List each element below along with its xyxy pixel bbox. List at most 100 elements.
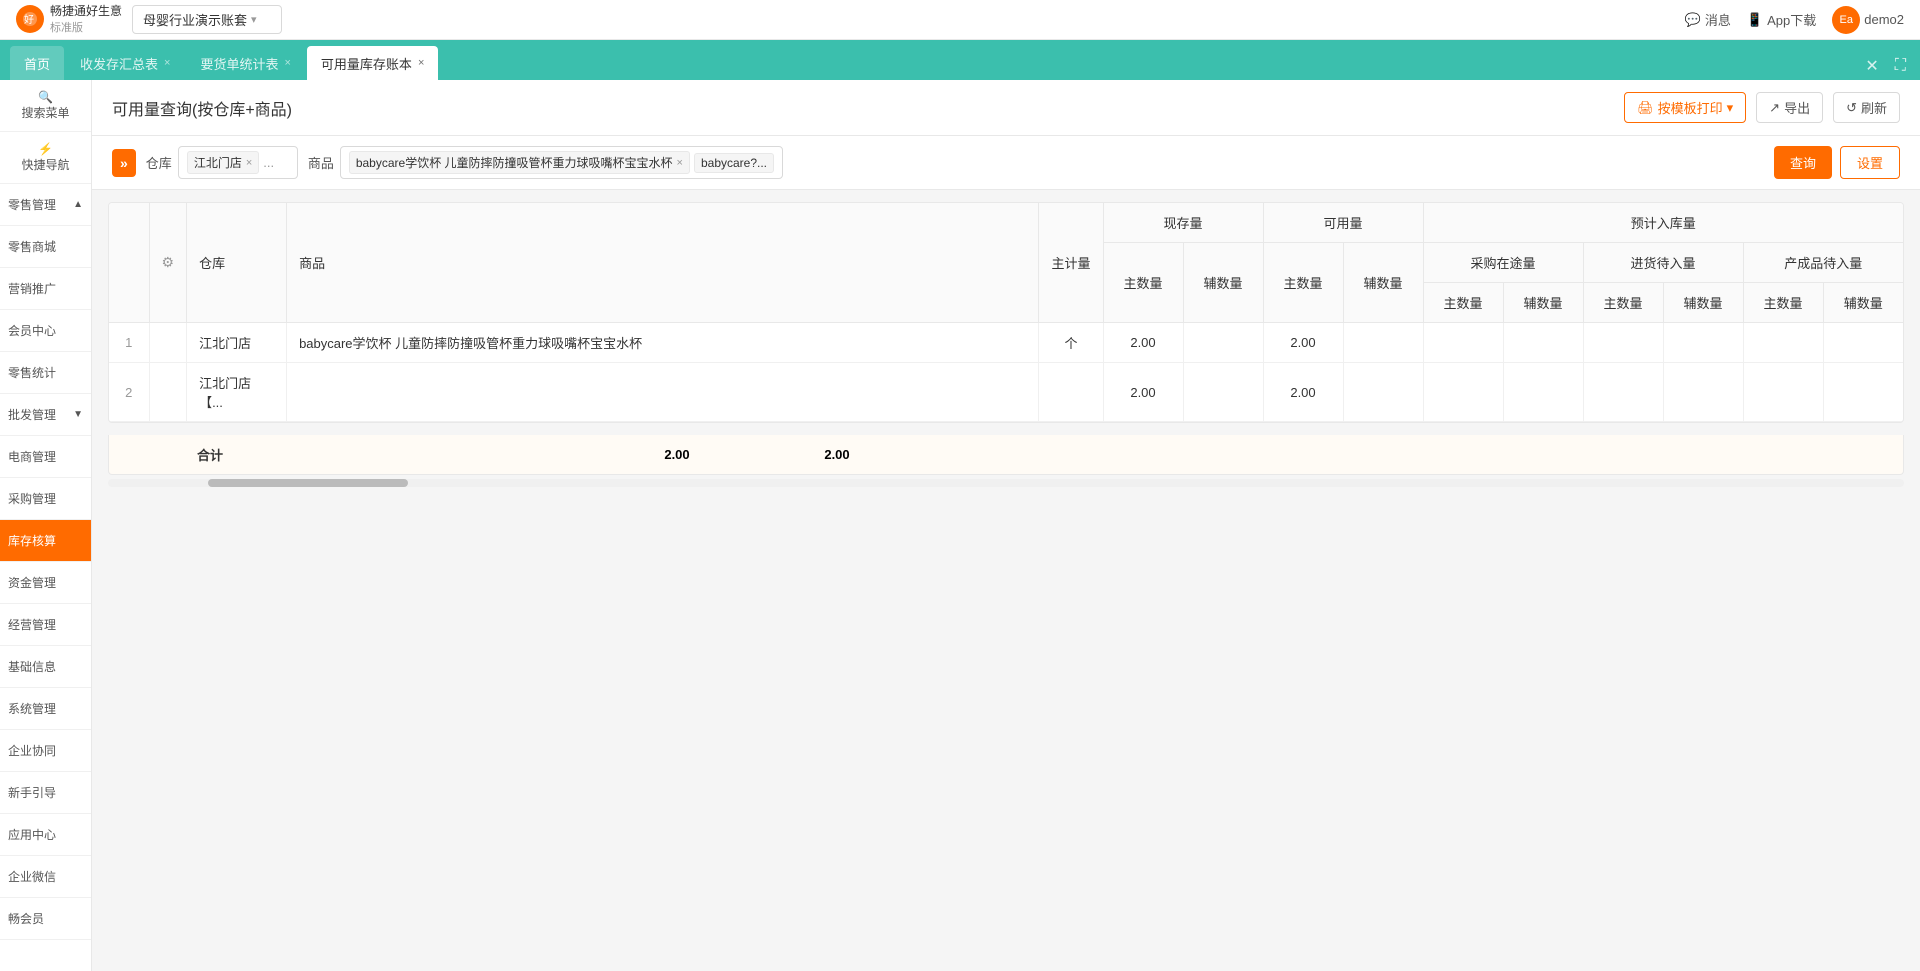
- page-header: 可用量查询(按仓库+商品) 🖨 按模板打印 ▾ ↗ 导出 ↺ 刷新: [92, 80, 1920, 136]
- tab-close-inventory[interactable]: ×: [418, 57, 424, 69]
- table-header-row-1: ⚙ 仓库 商品 主计量 现存量 可用量 预计入库量: [109, 203, 1903, 243]
- sidebar-item-purchase[interactable]: 采购管理: [0, 478, 91, 520]
- refresh-label: 刷新: [1861, 98, 1887, 117]
- sidebar-search[interactable]: 🔍 搜索菜单: [0, 80, 91, 132]
- query-btn[interactable]: 查询: [1774, 146, 1832, 179]
- logo-sub: 标准版: [50, 19, 122, 35]
- th-index: [109, 203, 149, 323]
- sidebar-item-vip[interactable]: 畅会员: [0, 898, 91, 940]
- sidebar-retail-mgmt-label: 零售管理: [8, 196, 56, 213]
- th-incoming-main: 主数量: [1583, 283, 1663, 323]
- refresh-btn[interactable]: ↺ 刷新: [1833, 92, 1900, 123]
- th-warehouse: 仓库: [187, 203, 287, 323]
- sidebar-item-marketing[interactable]: 营销推广: [0, 268, 91, 310]
- message-btn[interactable]: 💬 消息: [1685, 10, 1731, 29]
- filter-expand-btn[interactable]: »: [112, 149, 136, 177]
- logo-icon: 好: [16, 5, 44, 33]
- settings-btn[interactable]: 设置: [1840, 146, 1900, 179]
- tab-receivepay[interactable]: 收发存汇总表 ×: [66, 46, 184, 80]
- tab-close-order[interactable]: ×: [284, 57, 290, 69]
- sidebar-item-operations[interactable]: 经营管理: [0, 604, 91, 646]
- tab-fullscreen-btn[interactable]: ⛶: [1891, 53, 1910, 79]
- top-bar-right: 💬 消息 📱 App下载 Ea demo2: [1685, 6, 1904, 34]
- template-print-btn[interactable]: 🖨 按模板打印 ▾: [1624, 92, 1746, 123]
- td-purchase-aux-2: [1503, 363, 1583, 422]
- sidebar-retail-stat-label: 零售统计: [8, 364, 56, 381]
- sidebar-vip-label: 畅会员: [8, 910, 44, 927]
- td-index-2: 2: [109, 363, 149, 422]
- sidebar-item-retail-mall[interactable]: 零售商城: [0, 226, 91, 268]
- td-production-main-1: [1743, 323, 1823, 363]
- tab-order[interactable]: 要货单统计表 ×: [186, 46, 304, 80]
- app-download-label: App下载: [1767, 10, 1816, 29]
- sidebar-item-retail-stat[interactable]: 零售统计: [0, 352, 91, 394]
- tab-inventory[interactable]: 可用量库存账本 ×: [307, 46, 438, 80]
- footer-available-main: 2.00: [797, 447, 877, 462]
- tab-close-all-btn[interactable]: ✕: [1861, 52, 1882, 80]
- tab-home[interactable]: 首页: [10, 46, 64, 80]
- warehouse-tag-remove[interactable]: ×: [246, 157, 252, 169]
- nav-icon: ⚡: [38, 142, 53, 156]
- sidebar-item-new-guide[interactable]: 新手引导: [0, 772, 91, 814]
- tab-order-label: 要货单统计表: [200, 54, 278, 73]
- content-area: 可用量查询(按仓库+商品) 🖨 按模板打印 ▾ ↗ 导出 ↺ 刷新 »: [92, 80, 1920, 971]
- sidebar-item-inventory-check[interactable]: 库存核算: [0, 520, 91, 562]
- sidebar-item-wholesale-mgmt[interactable]: 批发管理 ▼: [0, 394, 91, 436]
- td-production-main-2: [1743, 363, 1823, 422]
- tab-close-receivepay[interactable]: ×: [164, 57, 170, 69]
- sidebar-item-basic-info[interactable]: 基础信息: [0, 646, 91, 688]
- sidebar-search-label: 搜索菜单: [8, 104, 83, 121]
- export-btn[interactable]: ↗ 导出: [1756, 92, 1823, 123]
- td-stock-main-2: 2.00: [1103, 363, 1183, 422]
- product-tag-2: babycare?...: [694, 153, 774, 173]
- industry-label: 母婴行业演示账套: [143, 10, 247, 29]
- td-settings-2: [149, 363, 187, 422]
- export-icon: ↗: [1769, 100, 1780, 116]
- page-actions: 🖨 按模板打印 ▾ ↗ 导出 ↺ 刷新: [1624, 92, 1900, 123]
- warehouse-value-selector[interactable]: 江北门店 × ...: [178, 146, 298, 179]
- warehouse-more[interactable]: ...: [263, 155, 274, 170]
- product-tag-1-remove[interactable]: ×: [677, 157, 683, 169]
- sidebar-item-enterprise-wx[interactable]: 企业微信: [0, 856, 91, 898]
- export-label: 导出: [1784, 98, 1810, 117]
- sidebar-item-member[interactable]: 会员中心: [0, 310, 91, 352]
- th-available-aux: 辅数量: [1343, 243, 1423, 323]
- td-unit-2: [1039, 363, 1103, 422]
- sidebar-ecommerce-label: 电商管理: [8, 448, 56, 465]
- th-settings[interactable]: ⚙: [149, 203, 187, 323]
- svg-text:好: 好: [24, 14, 34, 26]
- settings-icon[interactable]: ⚙: [162, 254, 175, 270]
- tab-bar-actions: ✕ ⛶: [1861, 52, 1910, 80]
- logo-area: 好 畅捷通好生意 标准版: [16, 4, 122, 34]
- td-stock-main-1: 2.00: [1103, 323, 1183, 363]
- warehouse-label: 仓库: [146, 153, 172, 172]
- th-production-group: 产成品待入量: [1743, 243, 1903, 283]
- td-available-main-1: 2.00: [1263, 323, 1343, 363]
- td-warehouse-1: 江北门店: [187, 323, 287, 363]
- scroll-track[interactable]: [108, 479, 1904, 487]
- search-icon: 🔍: [38, 90, 53, 104]
- sidebar-quick-nav[interactable]: ⚡ 快捷导航: [0, 132, 91, 184]
- refresh-icon: ↺: [1846, 100, 1857, 116]
- app-download-btn[interactable]: 📱 App下载: [1747, 10, 1816, 29]
- sidebar-item-app-center[interactable]: 应用中心: [0, 814, 91, 856]
- top-bar: 好 畅捷通好生意 标准版 母婴行业演示账套 ▾ 💬 消息 📱 App下载 Ea …: [0, 0, 1920, 40]
- scroll-thumb[interactable]: [208, 479, 408, 487]
- tab-home-label: 首页: [24, 54, 50, 73]
- user-area[interactable]: Ea demo2: [1832, 6, 1904, 34]
- sidebar-item-ecommerce[interactable]: 电商管理: [0, 436, 91, 478]
- table-footer: 合计 2.00 2.00: [108, 435, 1904, 475]
- sidebar-item-retail-mgmt[interactable]: 零售管理 ▲: [0, 184, 91, 226]
- sidebar-item-enterprise[interactable]: 企业协同: [0, 730, 91, 772]
- product-tag-2-text: babycare?...: [701, 156, 767, 170]
- product-value-selector[interactable]: babycare学饮杯 儿童防摔防撞吸管杯重力球吸嘴杯宝宝水杯 × babyca…: [340, 146, 783, 179]
- logo-texts: 畅捷通好生意 标准版: [50, 4, 122, 34]
- table-row: 1 江北门店 babycare学饮杯 儿童防摔防撞吸管杯重力球吸嘴杯宝宝水杯 个…: [109, 323, 1903, 363]
- main-layout: 🔍 搜索菜单 ⚡ 快捷导航 零售管理 ▲ 零售商城 营销推广 会员中心 零售统计…: [0, 80, 1920, 971]
- industry-select[interactable]: 母婴行业演示账套 ▾: [132, 5, 282, 34]
- th-available-group: 可用量: [1263, 203, 1423, 243]
- td-incoming-aux-2: [1663, 363, 1743, 422]
- sidebar-item-finance[interactable]: 资金管理: [0, 562, 91, 604]
- sidebar-item-system[interactable]: 系统管理: [0, 688, 91, 730]
- avatar: Ea: [1832, 6, 1860, 34]
